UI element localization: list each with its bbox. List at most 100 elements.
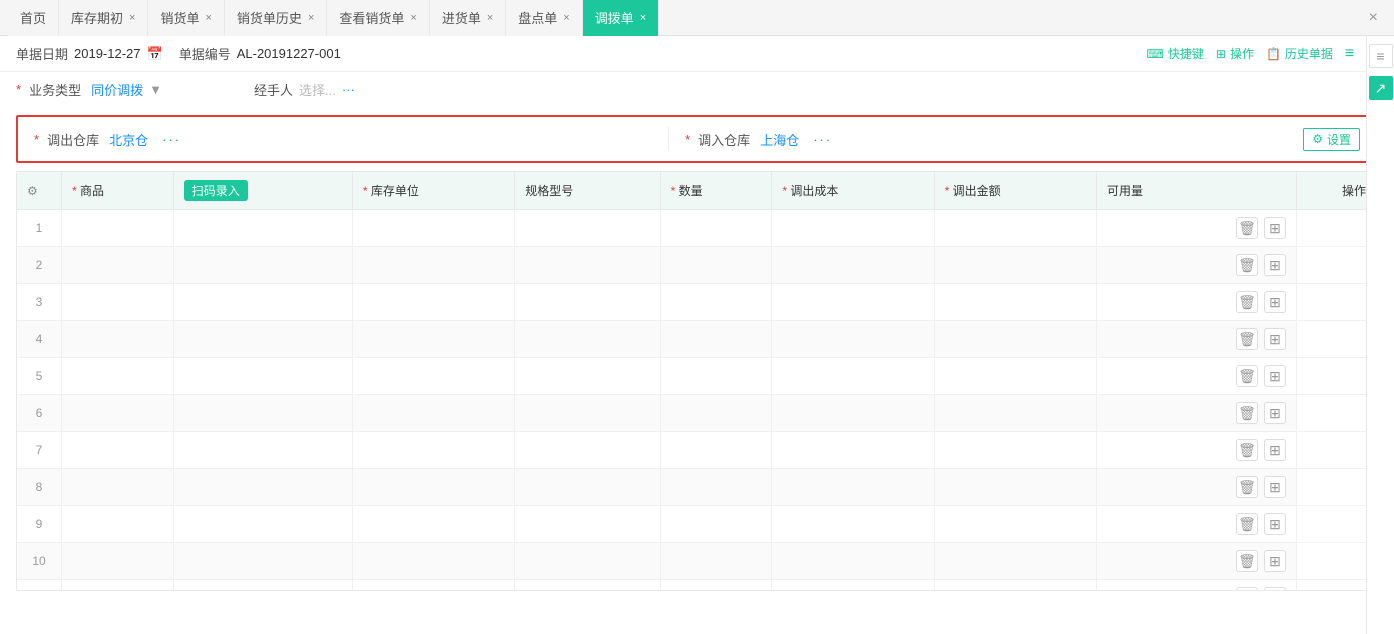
tab-stocktake-close[interactable]: ×	[563, 12, 569, 24]
copy-btn[interactable]: ⊞	[1264, 587, 1286, 591]
row-product[interactable]	[62, 395, 174, 432]
row-cost[interactable]	[660, 506, 772, 543]
row-unit[interactable]	[173, 543, 352, 580]
row-product[interactable]	[62, 247, 174, 284]
row-cost[interactable]	[660, 210, 772, 247]
row-available[interactable]	[934, 543, 1096, 580]
row-product[interactable]	[62, 432, 174, 469]
copy-btn[interactable]: ⊞	[1264, 217, 1286, 239]
in-value[interactable]: 上海仓	[760, 130, 799, 149]
row-cost[interactable]	[660, 432, 772, 469]
row-product[interactable]	[62, 210, 174, 247]
row-unit[interactable]	[173, 580, 352, 592]
delete-btn[interactable]: 🗑	[1236, 550, 1258, 572]
row-spec[interactable]	[352, 580, 514, 592]
tab-sales-order[interactable]: 销货单 ×	[148, 0, 224, 36]
row-qty[interactable]	[515, 432, 660, 469]
row-cost[interactable]	[660, 284, 772, 321]
delete-btn[interactable]: 🗑	[1236, 328, 1258, 350]
row-qty[interactable]	[515, 580, 660, 592]
row-available[interactable]	[934, 358, 1096, 395]
row-cost[interactable]	[660, 395, 772, 432]
row-available[interactable]	[934, 284, 1096, 321]
row-cost[interactable]	[660, 358, 772, 395]
business-value[interactable]: 同价调拨	[91, 80, 143, 99]
tab-stocktake[interactable]: 盘点单 ×	[506, 0, 582, 36]
row-qty[interactable]	[515, 321, 660, 358]
row-spec[interactable]	[352, 247, 514, 284]
copy-btn[interactable]: ⊞	[1264, 439, 1286, 461]
delete-btn[interactable]: 🗑	[1236, 254, 1258, 276]
row-unit[interactable]	[173, 395, 352, 432]
th-scan[interactable]: 扫码录入	[173, 172, 352, 210]
delete-btn[interactable]: 🗑	[1236, 291, 1258, 313]
row-unit[interactable]	[173, 210, 352, 247]
row-qty[interactable]	[515, 247, 660, 284]
copy-btn[interactable]: ⊞	[1264, 291, 1286, 313]
copy-btn[interactable]: ⊞	[1264, 550, 1286, 572]
tab-transfer-close[interactable]: ×	[640, 12, 646, 24]
shortcut-btn[interactable]: ⌨ 快捷键	[1147, 45, 1204, 62]
row-available[interactable]	[934, 580, 1096, 592]
row-qty[interactable]	[515, 469, 660, 506]
out-value[interactable]: 北京仓	[109, 130, 148, 149]
row-unit[interactable]	[173, 358, 352, 395]
tab-view-sales[interactable]: 查看销货单 ×	[327, 0, 429, 36]
row-cost[interactable]	[660, 469, 772, 506]
copy-btn[interactable]: ⊞	[1264, 365, 1286, 387]
in-dots[interactable]: ···	[813, 132, 832, 147]
tab-purchase-order[interactable]: 进货单 ×	[430, 0, 506, 36]
row-cost[interactable]	[660, 543, 772, 580]
row-qty[interactable]	[515, 210, 660, 247]
row-amount[interactable]	[772, 321, 934, 358]
row-available[interactable]	[934, 210, 1096, 247]
delete-btn[interactable]: 🗑	[1236, 402, 1258, 424]
gear-icon[interactable]: ⚙	[27, 184, 38, 198]
settings-button[interactable]: ⚙ 设置	[1303, 128, 1360, 151]
copy-btn[interactable]: ⊞	[1264, 328, 1286, 350]
tab-home[interactable]: 首页	[8, 0, 59, 36]
row-product[interactable]	[62, 284, 174, 321]
th-gear[interactable]: ⚙	[17, 172, 62, 210]
tab-sales-history[interactable]: 销货单历史 ×	[225, 0, 327, 36]
row-amount[interactable]	[772, 580, 934, 592]
row-amount[interactable]	[772, 543, 934, 580]
row-amount[interactable]	[772, 247, 934, 284]
row-unit[interactable]	[173, 432, 352, 469]
tab-inventory-init[interactable]: 库存期初 ×	[59, 0, 148, 36]
out-dots[interactable]: ···	[162, 132, 181, 147]
delete-btn[interactable]: 🗑	[1236, 365, 1258, 387]
row-available[interactable]	[934, 506, 1096, 543]
right-panel-list-btn[interactable]: ≡	[1369, 44, 1393, 68]
delete-btn[interactable]: 🗑	[1236, 476, 1258, 498]
row-amount[interactable]	[772, 358, 934, 395]
row-qty[interactable]	[515, 284, 660, 321]
row-unit[interactable]	[173, 321, 352, 358]
row-product[interactable]	[62, 358, 174, 395]
row-amount[interactable]	[772, 506, 934, 543]
delete-btn[interactable]: 🗑	[1236, 439, 1258, 461]
row-qty[interactable]	[515, 395, 660, 432]
row-unit[interactable]	[173, 506, 352, 543]
row-spec[interactable]	[352, 469, 514, 506]
row-product[interactable]	[62, 506, 174, 543]
row-product[interactable]	[62, 321, 174, 358]
row-available[interactable]	[934, 321, 1096, 358]
right-panel-export-btn[interactable]: ↗	[1369, 76, 1393, 100]
row-product[interactable]	[62, 469, 174, 506]
row-amount[interactable]	[772, 284, 934, 321]
row-amount[interactable]	[772, 469, 934, 506]
operation-btn[interactable]: ⊞ 操作	[1216, 45, 1254, 62]
row-spec[interactable]	[352, 543, 514, 580]
tab-sales-order-close[interactable]: ×	[205, 12, 211, 24]
business-dropdown-icon[interactable]: ▼	[149, 82, 162, 97]
copy-btn[interactable]: ⊞	[1264, 476, 1286, 498]
row-qty[interactable]	[515, 543, 660, 580]
row-spec[interactable]	[352, 432, 514, 469]
handler-placeholder[interactable]: 选择...	[299, 80, 336, 99]
tab-view-sales-close[interactable]: ×	[410, 12, 416, 24]
row-available[interactable]	[934, 432, 1096, 469]
row-spec[interactable]	[352, 395, 514, 432]
row-amount[interactable]	[772, 210, 934, 247]
handler-dots[interactable]: ···	[342, 82, 355, 97]
